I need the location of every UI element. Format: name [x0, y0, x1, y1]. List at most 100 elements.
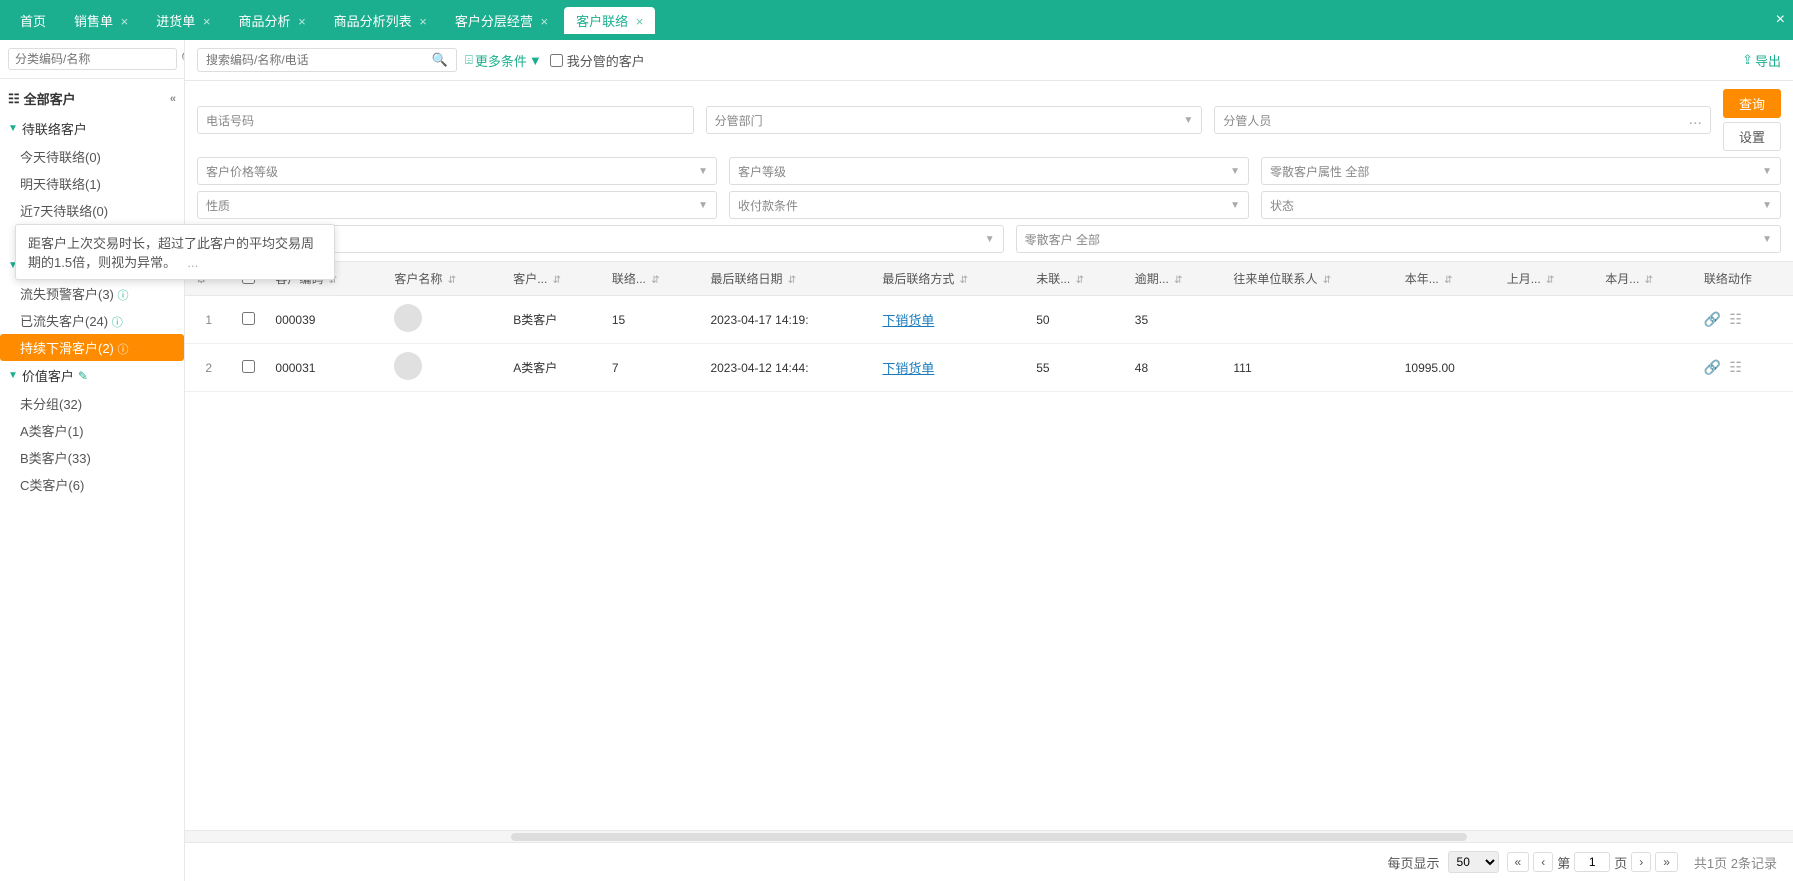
row2-num: 2 [185, 344, 232, 392]
filter-row-4: ... 客户类型 ▼ 零散客户 全部 ▼ [197, 225, 1781, 253]
nav-purchase[interactable]: 进货单 × [144, 7, 222, 34]
sort-icon-contact-person[interactable]: ⇵ [1323, 275, 1331, 286]
filter-customer-level[interactable]: 客户等级 ▼ [729, 157, 1249, 185]
window-close-button[interactable]: × [1776, 11, 1785, 29]
row1-contact-count: 15 [602, 296, 701, 344]
sidebar-root-all-customers[interactable]: ☷ 全部客户 « [0, 83, 184, 114]
row2-qr-icon[interactable]: ☷ [1729, 359, 1742, 376]
row1-last-month [1497, 296, 1596, 344]
sort-icon-name[interactable]: ⇵ [448, 275, 456, 286]
nav-customer-tier[interactable]: 客户分层经营 × [443, 7, 560, 34]
last-page-button[interactable]: » [1655, 852, 1678, 872]
filter-payment-terms[interactable]: 收付款条件 ▼ [729, 191, 1249, 219]
filter-manager[interactable]: 分管人员 ... [1214, 106, 1711, 134]
row2-last-contact-link[interactable]: 下销货单 [882, 361, 934, 376]
horizontal-scrollbar[interactable] [185, 830, 1793, 842]
nav-customer-contact[interactable]: 客户联络 × [564, 7, 655, 34]
sort-icon-last-month[interactable]: ⇵ [1546, 275, 1554, 286]
sidebar-item-ungrouped[interactable]: 未分组(32) [0, 390, 184, 417]
prev-page-button[interactable]: ‹ [1533, 852, 1553, 872]
sort-icon-this-year[interactable]: ⇵ [1444, 275, 1452, 286]
filter-row-2: 客户价格等级 ▼ 客户等级 ▼ 零散客户属性 全部 ▼ [197, 157, 1781, 185]
sidebar-item-declining[interactable]: 持续下滑客户(2) ⓘ [0, 334, 184, 361]
row1-qr-icon[interactable]: ☷ [1729, 311, 1742, 328]
sidebar-item-lost-warning[interactable]: 流失预警客户(3) ⓘ [0, 280, 184, 307]
row2-link-icon[interactable]: 🔗 [1704, 359, 1721, 376]
row1-link-icon[interactable]: 🔗 [1704, 311, 1721, 328]
sort-icon-this-month[interactable]: ⇵ [1645, 275, 1653, 286]
row1-checkbox[interactable] [242, 312, 255, 325]
sidebar-item-lost[interactable]: 已流失客户(24) ⓘ [0, 307, 184, 334]
sidebar-item-tomorrow-contact[interactable]: 明天待联络(1) [0, 170, 184, 197]
settings-button[interactable]: 设置 [1723, 122, 1781, 151]
filter-phone[interactable]: 电话号码 [197, 106, 694, 134]
row1-last-contact-link[interactable]: 下销货单 [882, 313, 934, 328]
sidebar-collapse-icon[interactable]: « [170, 93, 176, 105]
filter-manager-dots[interactable]: ... [1689, 111, 1702, 129]
row2-unlinked: 55 [1026, 344, 1125, 392]
filter-department[interactable]: 分管部门 ▼ [706, 106, 1203, 134]
my-customers-checkbox-group: 我分管的客户 [550, 51, 645, 70]
col-contact-action: 联络动作 [1694, 262, 1793, 296]
nav-close-product-analysis-list[interactable]: × [419, 14, 427, 29]
row2-checkbox[interactable] [242, 360, 255, 373]
sidebar-item-class-a[interactable]: A类客户(1) [0, 417, 184, 444]
filter-search-input[interactable] [206, 53, 428, 67]
edit-icon-value[interactable]: ✎ [78, 369, 88, 383]
nav-close-sales[interactable]: × [121, 14, 129, 29]
sidebar-item-today-contact[interactable]: 今天待联络(0) [0, 143, 184, 170]
next-page-button[interactable]: › [1631, 852, 1651, 872]
filter-search-container: 🔍 [197, 48, 457, 72]
filter-status[interactable]: 状态 ▼ [1261, 191, 1781, 219]
nav-product-analysis-list[interactable]: 商品分析列表 × [322, 7, 439, 34]
scrollbar-thumb[interactable] [511, 833, 1466, 841]
per-page-select[interactable]: 50 100 200 [1448, 851, 1499, 873]
row2-customer-type: A类客户 [503, 344, 602, 392]
query-button[interactable]: 查询 [1723, 89, 1781, 118]
per-page-label: 每页显示 [1388, 853, 1440, 872]
filter-nature[interactable]: 性质 ▼ [197, 191, 717, 219]
sort-icon-contact[interactable]: ⇵ [651, 275, 659, 286]
nav-product-analysis[interactable]: 商品分析 × [226, 7, 317, 34]
nav-sales[interactable]: 销售单 × [62, 7, 140, 34]
sort-icon-type[interactable]: ⇵ [553, 275, 561, 286]
row2-code: 000031 [265, 344, 384, 392]
sidebar-item-class-b[interactable]: B类客户(33) [0, 444, 184, 471]
customer-table: ⚙ 客户编码 ⇵ 客户名称 ⇵ 客户... ⇵ 联络... ⇵ 最后联络日期 ⇵… [185, 262, 1793, 392]
row2-avatar [394, 352, 422, 380]
filter-scattered-attr[interactable]: 零散客户属性 全部 ▼ [1261, 157, 1781, 185]
sidebar-section-header-value[interactable]: ▼ 价值客户 ✎ [0, 361, 184, 390]
sort-icon-last-date[interactable]: ⇵ [788, 275, 796, 286]
sidebar-section-header-pending[interactable]: ▼ 待联络客户 [0, 114, 184, 143]
row2-this-year: 10995.00 [1395, 344, 1497, 392]
main-layout: 🔍 ☷ 全部客户 « ▼ 待联络客户 今天待联络(0) 明天待联络(1) 近7天… [0, 40, 1793, 881]
col-contact-count: 联络... ⇵ [602, 262, 701, 296]
nav-close-customer-tier[interactable]: × [541, 14, 549, 29]
nav-close-product-analysis[interactable]: × [298, 14, 306, 29]
row2-action-icons: 🔗 ☷ [1704, 359, 1783, 376]
sidebar-item-7days-contact[interactable]: 近7天待联络(0) [0, 197, 184, 224]
filter-customer-type[interactable]: 客户类型 ▼ [238, 225, 1003, 253]
sidebar-search-input[interactable] [8, 48, 177, 70]
sidebar-item-class-c[interactable]: C类客户(6) [0, 471, 184, 498]
more-conditions-button[interactable]: ⌹ 更多条件 ▼ [465, 51, 542, 70]
nav-close-customer-contact[interactable]: × [636, 14, 644, 29]
filter-scattered-customer[interactable]: 零散客户 全部 ▼ [1016, 225, 1781, 253]
tooltip-dots[interactable]: ... [187, 255, 198, 270]
page-number-input[interactable] [1574, 852, 1610, 872]
my-customers-checkbox[interactable] [550, 54, 563, 67]
export-button[interactable]: ⇪ 导出 [1742, 51, 1781, 70]
nav-close-purchase[interactable]: × [203, 14, 211, 29]
sort-icon-last-method[interactable]: ⇵ [960, 275, 968, 286]
sort-icon-overdue[interactable]: ⇵ [1174, 275, 1182, 286]
sort-icon-unlinked[interactable]: ⇵ [1076, 275, 1084, 286]
filter-search-icon[interactable]: 🔍 [432, 52, 448, 68]
row1-checkbox-cell [232, 296, 265, 344]
content-area: 🔍 ⌹ 更多条件 ▼ 我分管的客户 ⇪ 导出 电话号码 [185, 40, 1793, 881]
first-page-button[interactable]: « [1507, 852, 1530, 872]
filter-price-level[interactable]: 客户价格等级 ▼ [197, 157, 717, 185]
nav-home[interactable]: 首页 [8, 7, 58, 34]
filter-phone-label: 电话号码 [206, 112, 254, 129]
filter-department-arrow: ▼ [1183, 115, 1193, 126]
filter-scattered-customer-arrow: ▼ [1762, 234, 1772, 245]
